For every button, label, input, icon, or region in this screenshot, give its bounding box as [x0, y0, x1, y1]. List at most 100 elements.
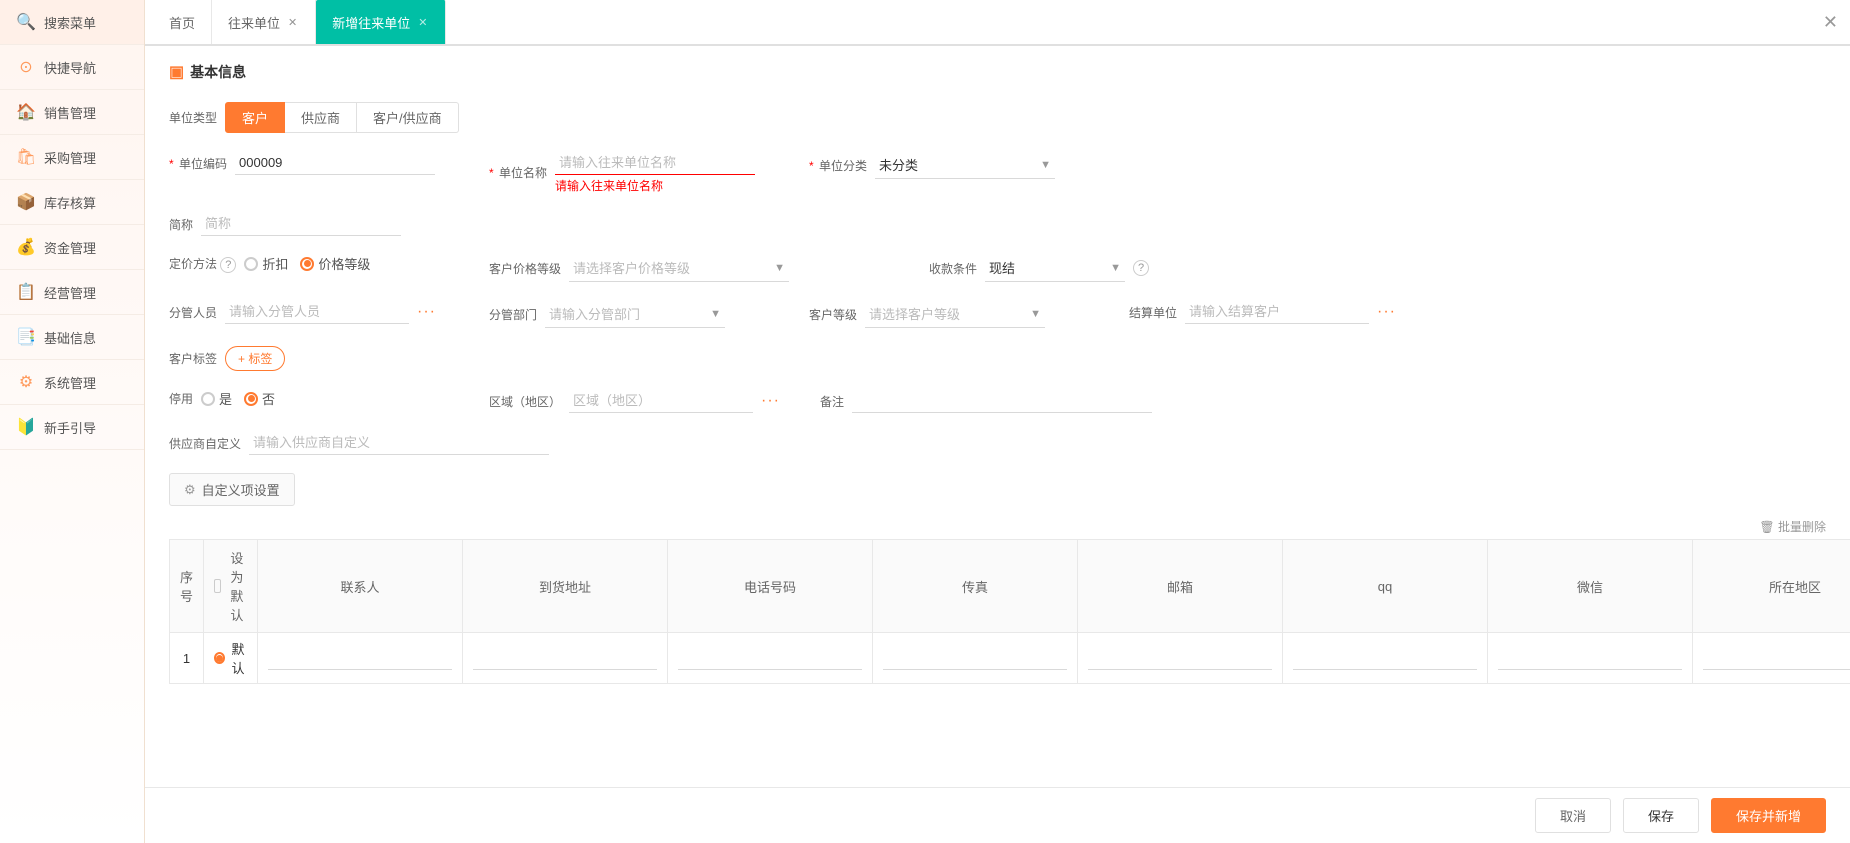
col-region: 所在地区	[1693, 540, 1850, 633]
settlement-unit-more-icon[interactable]: ···	[1377, 303, 1396, 321]
row-default-radio[interactable]	[214, 652, 225, 664]
batch-delete-icon: 🗑	[1759, 520, 1774, 534]
basic-icon: 📑	[16, 327, 36, 347]
radio-no-circle	[244, 392, 258, 406]
sidebar-item-finance[interactable]: 💰 资金管理	[0, 225, 144, 270]
pricing-method-label: 定价方法 ?	[169, 255, 236, 273]
payment-terms-label: 收款条件	[929, 260, 977, 277]
unit-name-error: 请输入往来单位名称	[555, 177, 755, 194]
add-tag-button[interactable]: + 标签	[225, 346, 285, 371]
sidebar-item-system[interactable]: ⚙ 系统管理	[0, 360, 144, 405]
sidebar-item-operations[interactable]: 📋 经营管理	[0, 270, 144, 315]
cancel-button[interactable]: 取消	[1535, 798, 1611, 833]
unit-btn-both[interactable]: 客户/供应商	[357, 102, 459, 133]
save-and-new-button[interactable]: 保存并新增	[1711, 798, 1826, 833]
region-more-icon[interactable]: ···	[761, 392, 780, 410]
radio-no[interactable]: 否	[244, 389, 275, 408]
supplier-custom-row: 供应商自定义	[169, 431, 1826, 455]
unit-code-input[interactable]	[235, 151, 435, 175]
unit-code-field: * 单位编码	[169, 151, 449, 175]
pricing-row: 定价方法 ? 折扣 价格等级 客户价格等级 请选择客户价	[169, 254, 1826, 282]
col-default: 设为默认	[204, 540, 258, 633]
tab-home-label: 首页	[169, 13, 195, 32]
customer-price-level-select[interactable]: 请选择客户价格等级 ▼	[569, 254, 789, 282]
custom-settings-button[interactable]: ⚙ 自定义项设置	[169, 473, 295, 506]
col-id: 序号	[170, 540, 204, 633]
sidebar: 🔍 搜索菜单 ⊙ 快捷导航 🏠 销售管理 🛍 采购管理 📦 库存核算 💰 资金管…	[0, 0, 145, 843]
region-label: 区域（地区）	[489, 393, 561, 410]
radio-yes[interactable]: 是	[201, 389, 232, 408]
supervisor-more-icon[interactable]: ···	[417, 303, 436, 321]
save-button[interactable]: 保存	[1623, 798, 1699, 833]
region-input[interactable]	[569, 389, 753, 413]
tab-new-partner[interactable]: 新增往来单位 ✕	[316, 0, 446, 44]
customer-tag-row: 客户标签 + 标签	[169, 346, 1826, 371]
customer-level-arrow-icon: ▼	[1030, 308, 1041, 320]
customer-price-level-label: 客户价格等级	[489, 260, 561, 277]
row-contact-input[interactable]	[268, 646, 452, 670]
finance-icon: 💰	[16, 237, 36, 257]
customer-level-placeholder: 请选择客户等级	[869, 304, 960, 323]
row-id: 1	[170, 633, 204, 684]
remark-input[interactable]	[852, 389, 1152, 413]
payment-terms-field: 收款条件 现结 ▼ ?	[929, 254, 1209, 282]
row-email-input[interactable]	[1088, 646, 1272, 670]
sidebar-item-sales[interactable]: 🏠 销售管理	[0, 90, 144, 135]
row-default: 默认	[204, 633, 258, 684]
tab-home[interactable]: 首页	[153, 0, 212, 44]
unit-name-with-error: 请输入往来单位名称	[555, 151, 755, 194]
pricing-method-field: 定价方法 ? 折扣 价格等级	[169, 254, 449, 273]
code-name-category-row: * 单位编码 * 单位名称 请输入往来单位名称 *	[169, 151, 1826, 194]
tab-bar: 首页 往来单位 ✕ 新增往来单位 ✕ ✕	[145, 0, 1850, 46]
row-address-input[interactable]	[473, 646, 657, 670]
unit-btn-supplier[interactable]: 供应商	[285, 102, 357, 133]
tab-partner[interactable]: 往来单位 ✕	[212, 0, 316, 44]
unit-btn-customer[interactable]: 客户	[225, 102, 285, 133]
radio-discount-circle	[244, 257, 258, 271]
row-region-input[interactable]	[1703, 646, 1850, 670]
tab-bar-close-button[interactable]: ✕	[1823, 12, 1838, 33]
row-phone-input[interactable]	[678, 646, 862, 670]
radio-yes-circle	[201, 392, 215, 406]
tab-new-partner-label: 新增往来单位	[332, 13, 410, 32]
pricing-help-icon[interactable]: ?	[220, 257, 236, 273]
unit-type-row: 单位类型 客户 供应商 客户/供应商	[169, 102, 1826, 133]
row-wechat-input[interactable]	[1498, 646, 1682, 670]
radio-discount[interactable]: 折扣	[244, 254, 288, 273]
payment-help-icon[interactable]: ?	[1133, 260, 1149, 276]
unit-name-field: * 单位名称 请输入往来单位名称	[489, 151, 769, 194]
remark-label: 备注	[820, 393, 844, 410]
department-select[interactable]: 请输入分管部门 ▼	[545, 300, 725, 328]
header-checkbox[interactable]	[214, 579, 221, 593]
col-email: 邮箱	[1078, 540, 1283, 633]
supervisor-input[interactable]	[225, 300, 409, 324]
sidebar-item-label: 搜索菜单	[44, 13, 96, 32]
short-name-field: 简称	[169, 212, 449, 236]
sidebar-item-search[interactable]: 🔍 搜索菜单	[0, 0, 144, 45]
radio-price-level[interactable]: 价格等级	[300, 254, 370, 273]
tab-new-partner-close[interactable]: ✕	[416, 14, 429, 31]
sidebar-item-basic[interactable]: 📑 基础信息	[0, 315, 144, 360]
sidebar-item-quicknav[interactable]: ⊙ 快捷导航	[0, 45, 144, 90]
row-region	[1693, 633, 1850, 684]
form-area: ▣ 基本信息 单位类型 客户 供应商 客户/供应商 * 单位编码	[145, 46, 1850, 787]
row-qq-input[interactable]	[1293, 646, 1477, 670]
customer-level-field: 客户等级 请选择客户等级 ▼	[809, 300, 1089, 328]
col-fax: 传真	[873, 540, 1078, 633]
row-contact	[258, 633, 463, 684]
sidebar-item-guide[interactable]: 🔰 新手引导	[0, 405, 144, 450]
payment-terms-select[interactable]: 现结 ▼	[985, 254, 1125, 282]
sidebar-item-inventory[interactable]: 📦 库存核算	[0, 180, 144, 225]
supplier-custom-input[interactable]	[249, 431, 549, 455]
customer-level-select[interactable]: 请选择客户等级 ▼	[865, 300, 1045, 328]
unit-name-input[interactable]	[555, 151, 755, 175]
settlement-unit-input[interactable]	[1185, 300, 1369, 324]
settlement-unit-label: 结算单位	[1129, 304, 1177, 321]
sidebar-item-purchase[interactable]: 🛍 采购管理	[0, 135, 144, 180]
short-name-input[interactable]	[201, 212, 401, 236]
tab-partner-close[interactable]: ✕	[286, 14, 299, 31]
unit-category-select[interactable]: 未分类 ▼	[875, 151, 1055, 179]
main-content: 首页 往来单位 ✕ 新增往来单位 ✕ ✕ ▣ 基本信息 单位类型 客户 供应商 …	[145, 0, 1850, 843]
batch-delete-button[interactable]: 🗑 批量删除	[169, 518, 1826, 535]
row-fax-input[interactable]	[883, 646, 1067, 670]
